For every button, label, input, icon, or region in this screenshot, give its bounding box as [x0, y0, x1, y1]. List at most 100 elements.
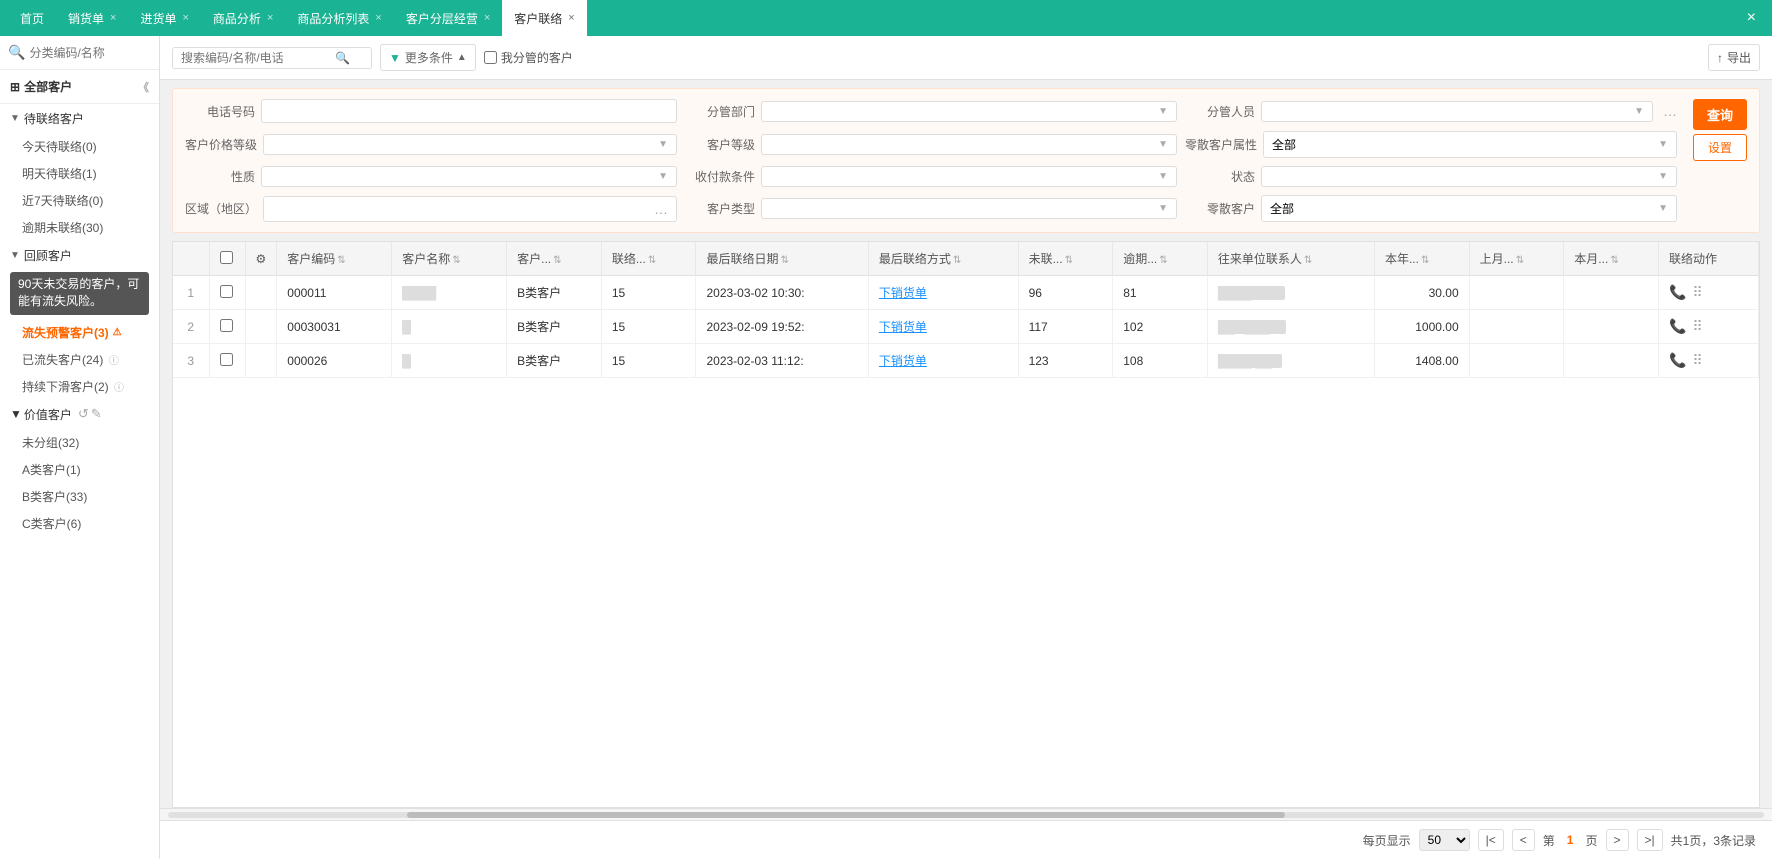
sidebar-section-review[interactable]: ▼ 回顾客户	[0, 241, 159, 270]
sort-icon[interactable]: ⇅	[648, 255, 656, 266]
nav-tab-customer-tier[interactable]: 客户分层经营 ×	[394, 0, 502, 36]
row-last-way[interactable]: 下销货单	[868, 344, 1018, 378]
price-grade-select[interactable]: ▼	[263, 134, 677, 155]
person-select[interactable]: ▼	[1261, 101, 1653, 122]
search-icon: 🔍	[8, 44, 25, 61]
dept-select[interactable]: ▼	[761, 101, 1177, 122]
scrollbar-track[interactable]	[168, 812, 1764, 818]
close-icon[interactable]: ×	[568, 12, 574, 24]
sidebar-item-declining[interactable]: 持续下滑客户(2) ⓘ	[0, 373, 159, 400]
sort-icon[interactable]: ⇅	[1421, 255, 1429, 266]
nav-tab-analysis-list[interactable]: 商品分析列表 ×	[285, 0, 393, 36]
collapse-icon[interactable]: 《	[138, 79, 149, 95]
sort-icon[interactable]: ⇅	[1159, 255, 1167, 266]
close-icon[interactable]: ×	[375, 12, 381, 24]
first-page-button[interactable]: |<	[1478, 829, 1504, 851]
horizontal-scrollbar[interactable]	[160, 808, 1772, 820]
customer-type-select[interactable]: ▼	[761, 198, 1177, 219]
select-all-checkbox[interactable]	[220, 251, 233, 264]
sort-icon[interactable]: ⇅	[1065, 255, 1073, 266]
sort-icon[interactable]: ⇅	[337, 255, 345, 266]
chevron-down-icon: ▼	[1158, 203, 1168, 214]
nature-select[interactable]: ▼	[261, 166, 677, 187]
my-customers-checkbox-label[interactable]: 我分管的客户	[484, 49, 573, 66]
row-last-way[interactable]: 下销货单	[868, 310, 1018, 344]
sort-icon[interactable]: ⇅	[953, 255, 961, 266]
more-action-icon[interactable]: ⠿	[1692, 352, 1702, 369]
more-action-icon[interactable]: ⠿	[1692, 318, 1702, 335]
my-customers-checkbox[interactable]	[484, 51, 497, 64]
more-button[interactable]: …	[1663, 103, 1677, 119]
settings-icon[interactable]: ⚙	[256, 252, 267, 266]
sidebar-item-week[interactable]: 近7天待联络(0)	[0, 187, 159, 214]
refresh-icon[interactable]: ↺	[78, 406, 89, 422]
sidebar-item-tomorrow[interactable]: 明天待联络(1)	[0, 160, 159, 187]
sidebar-item-overdue[interactable]: 逾期未联络(30)	[0, 214, 159, 241]
sidebar-section-pending[interactable]: ▼ 待联络客户	[0, 104, 159, 133]
phone-input[interactable]	[261, 99, 677, 123]
per-page-select[interactable]: 50 100	[1419, 829, 1470, 851]
sidebar-item-churned[interactable]: 已流失客户(24) ⓘ	[0, 346, 159, 373]
sidebar-item-b-class[interactable]: B类客户(33)	[0, 483, 159, 510]
home-tab-label: 首页	[20, 10, 44, 27]
col-last-month: 上月...⇅	[1469, 242, 1564, 276]
phone-action-icon[interactable]: 📞	[1669, 352, 1686, 369]
nav-tab-customer-contact[interactable]: 客户联络 ×	[502, 0, 586, 36]
more-button[interactable]: …	[654, 201, 668, 217]
sort-icon[interactable]: ⇅	[1610, 255, 1618, 266]
nav-tab-analysis[interactable]: 商品分析 ×	[201, 0, 285, 36]
sidebar-item-ungrouped[interactable]: 未分组(32)	[0, 429, 159, 456]
sidebar-item-churn-warning[interactable]: 流失预警客户(3) ⚠	[0, 319, 159, 346]
nav-tab-sales[interactable]: 销货单 ×	[56, 0, 128, 36]
sort-icon[interactable]: ⇅	[1304, 255, 1312, 266]
row-settings	[245, 276, 277, 310]
window-close-button[interactable]: ×	[1739, 9, 1764, 27]
sidebar-all-customers[interactable]: ⊞ 全部客户 《	[0, 70, 159, 104]
close-icon[interactable]: ×	[110, 12, 116, 24]
row-action[interactable]: 📞 ⠿	[1658, 276, 1758, 310]
export-button[interactable]: ↑ 导出	[1708, 44, 1760, 71]
sidebar-item-today[interactable]: 今天待联络(0)	[0, 133, 159, 160]
status-select[interactable]: ▼	[1261, 166, 1677, 187]
last-page-button[interactable]: >|	[1637, 829, 1663, 851]
row-last-way[interactable]: 下销货单	[868, 276, 1018, 310]
row-action[interactable]: 📞 ⠿	[1658, 310, 1758, 344]
row-checkbox[interactable]	[209, 310, 245, 344]
phone-action-icon[interactable]: 📞	[1669, 284, 1686, 301]
search-input[interactable]	[181, 51, 331, 65]
payment-select[interactable]: ▼	[761, 166, 1177, 187]
next-page-button[interactable]: >	[1606, 829, 1629, 851]
scrollbar-thumb[interactable]	[407, 812, 1285, 818]
col-checkbox[interactable]	[209, 242, 245, 276]
grid-icon: ⊞	[10, 80, 20, 94]
nav-tab-home[interactable]: 首页	[8, 0, 56, 36]
col-settings[interactable]: ⚙	[245, 242, 277, 276]
sort-icon[interactable]: ⇅	[781, 255, 789, 266]
row-action[interactable]: 📞 ⠿	[1658, 344, 1758, 378]
region-select[interactable]: …	[263, 196, 677, 222]
nav-tab-purchase[interactable]: 进货单 ×	[128, 0, 200, 36]
customer-grade-select[interactable]: ▼	[761, 134, 1177, 155]
settings-button[interactable]: 设置	[1693, 134, 1747, 161]
edit-icon[interactable]: ✎	[91, 406, 102, 422]
prev-page-button[interactable]: <	[1512, 829, 1535, 851]
sort-icon[interactable]: ⇅	[452, 255, 460, 266]
sort-icon[interactable]: ⇅	[553, 255, 561, 266]
more-conditions-button[interactable]: ▼ 更多条件 ▲	[380, 44, 476, 71]
close-icon[interactable]: ×	[267, 12, 273, 24]
sidebar-search-input[interactable]	[29, 46, 151, 60]
scatter-attr-select[interactable]: 全部 ▼	[1263, 131, 1677, 158]
sidebar-section-value[interactable]: ▼ 价值客户 ↺ ✎	[0, 400, 159, 429]
row-checkbox[interactable]	[209, 276, 245, 310]
scatter-customer-select[interactable]: 全部 ▼	[1261, 195, 1677, 222]
close-icon[interactable]: ×	[182, 12, 188, 24]
sidebar-item-a-class[interactable]: A类客户(1)	[0, 456, 159, 483]
phone-action-icon[interactable]: 📞	[1669, 318, 1686, 335]
search-input-wrap[interactable]: 🔍	[172, 47, 372, 69]
sidebar-item-c-class[interactable]: C类客户(6)	[0, 510, 159, 537]
sort-icon[interactable]: ⇅	[1516, 255, 1524, 266]
query-button[interactable]: 查询	[1693, 99, 1747, 130]
close-icon[interactable]: ×	[484, 12, 490, 24]
row-checkbox[interactable]	[209, 344, 245, 378]
more-action-icon[interactable]: ⠿	[1692, 284, 1702, 301]
